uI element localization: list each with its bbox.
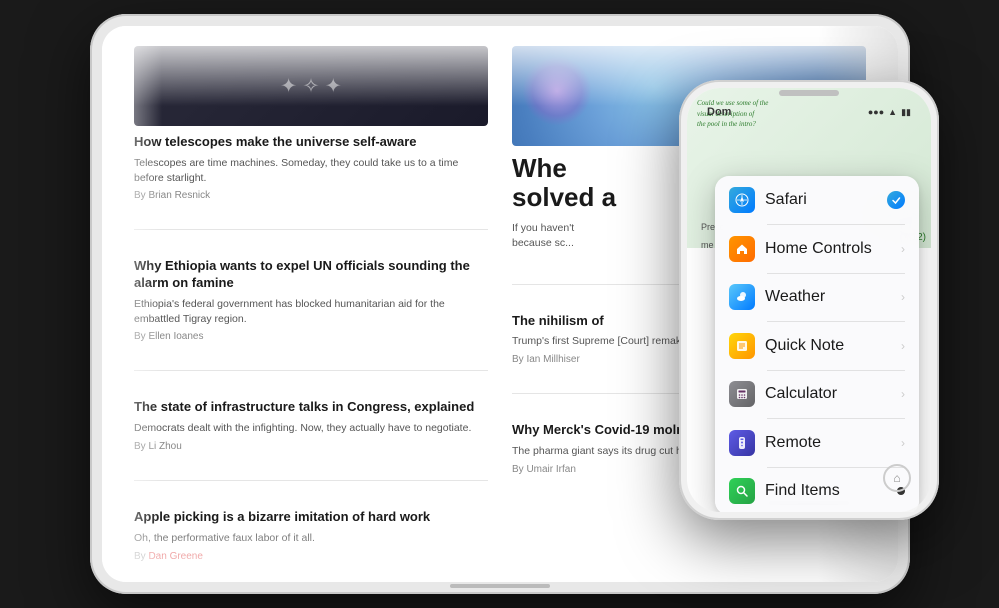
menu-item-quick-note[interactable]: Quick Note ›	[715, 322, 919, 370]
article-byline-telescopes: By Brian Resnick	[134, 190, 488, 201]
safari-checkmark	[887, 191, 905, 209]
menu-item-weather-left: Weather	[729, 284, 825, 310]
article-infrastructure: The state of infrastructure talks in Con…	[134, 399, 488, 481]
article-ethiopia: Why Ethiopia wants to expel UN officials…	[134, 258, 488, 371]
menu-item-calculator[interactable]: Calculator ›	[715, 370, 919, 418]
iphone-notch	[779, 90, 839, 96]
menu-item-home-controls[interactable]: Home Controls ›	[715, 225, 919, 273]
article-title-telescopes: How telescopes make the universe self-aw…	[134, 134, 488, 151]
article-image-telescopes: ✦ ✧ ✦	[134, 46, 488, 126]
weather-arrow: ›	[901, 290, 905, 304]
menu-label-home-controls: Home Controls	[765, 240, 872, 258]
article-title-apple: Apple picking is a bizarre imitation of …	[134, 509, 488, 526]
battery-icon: ▮▮	[901, 107, 911, 118]
article-desc-telescopes: Telescopes are time machines. Someday, t…	[134, 156, 488, 185]
safari-icon	[729, 187, 755, 213]
quick-note-icon	[729, 333, 755, 359]
iphone-frame: Dom ●●● ▲ ▮▮ Could we use some of thevis…	[679, 80, 939, 520]
calc-arrow: ›	[901, 387, 905, 401]
menu-label-find-items: Find Items	[765, 482, 840, 500]
ipad-home-bar	[450, 584, 550, 588]
menu-item-safari[interactable]: Safari	[715, 176, 919, 224]
menu-item-calc-left: Calculator	[729, 381, 837, 407]
menu-item-home-left: Home Controls	[729, 236, 872, 262]
menu-label-weather: Weather	[765, 288, 825, 306]
scene: ✦ ✧ ✦ How telescopes make the universe s…	[0, 0, 999, 608]
remote-arrow: ›	[901, 436, 905, 450]
iphone-home-button[interactable]	[883, 464, 911, 492]
article-byline-apple: By Dan Greene	[134, 551, 488, 562]
menu-item-note-left: Quick Note	[729, 333, 844, 359]
article-byline-ethiopia: By Ellen Ioanes	[134, 331, 488, 342]
article-telescopes: ✦ ✧ ✦ How telescopes make the universe s…	[134, 46, 488, 230]
article-apple-picking: Apple picking is a bizarre imitation of …	[134, 509, 488, 582]
iphone-screen: Dom ●●● ▲ ▮▮ Could we use some of thevis…	[687, 88, 931, 512]
article-byline-infrastructure: By Li Zhou	[134, 441, 488, 452]
article-desc-ethiopia: Ethiopia's federal government has blocke…	[134, 297, 488, 326]
status-time: Dom	[707, 106, 731, 118]
article-title-ethiopia: Why Ethiopia wants to expel UN officials…	[134, 258, 488, 292]
menu-item-remote[interactable]: Remote ›	[715, 419, 919, 467]
home-controls-icon	[729, 236, 755, 262]
article-title-infrastructure: The state of infrastructure talks in Con…	[134, 399, 488, 416]
remote-icon	[729, 430, 755, 456]
menu-item-weather[interactable]: Weather ›	[715, 273, 919, 321]
article-desc-apple: Oh, the performative faux labor of it al…	[134, 531, 488, 546]
home-controls-arrow: ›	[901, 242, 905, 256]
signal-icon: ●●●	[868, 107, 884, 117]
iphone-status-bar: Dom ●●● ▲ ▮▮	[707, 106, 911, 118]
calculator-icon	[729, 381, 755, 407]
menu-label-safari: Safari	[765, 191, 807, 209]
menu-label-calculator: Calculator	[765, 385, 837, 403]
status-icons: ●●● ▲ ▮▮	[868, 107, 911, 118]
menu-item-safari-left: Safari	[729, 187, 807, 213]
dropdown-menu: Safari	[715, 176, 919, 512]
menu-item-remote-left: Remote	[729, 430, 821, 456]
globe-glow	[522, 56, 592, 126]
find-items-icon	[729, 478, 755, 504]
menu-item-find-left: Find Items	[729, 478, 840, 504]
note-arrow: ›	[901, 339, 905, 353]
wifi-icon: ▲	[888, 107, 897, 117]
menu-label-quick-note: Quick Note	[765, 337, 844, 355]
article-desc-infrastructure: Democrats dealt with the infighting. Now…	[134, 421, 488, 436]
news-col-1: ✦ ✧ ✦ How telescopes make the universe s…	[122, 46, 500, 582]
weather-icon	[729, 284, 755, 310]
menu-label-remote: Remote	[765, 434, 821, 452]
byline-link-apple[interactable]: Dan Greene	[148, 551, 202, 562]
stars-decoration: ✦ ✧ ✦	[280, 74, 341, 99]
